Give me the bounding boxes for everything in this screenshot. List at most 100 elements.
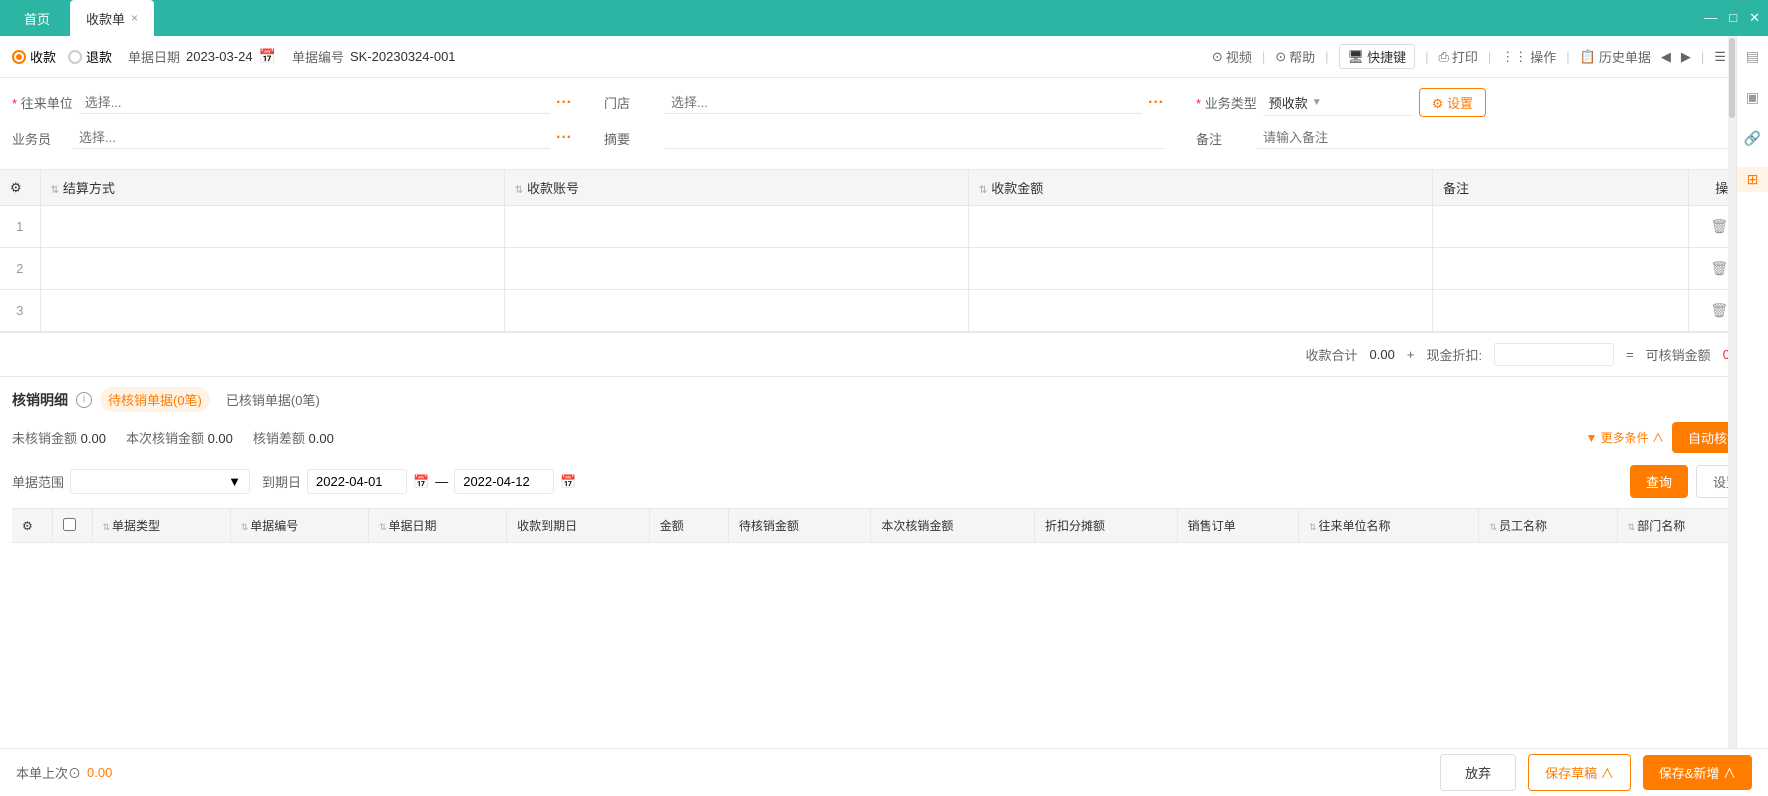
toolbar: 收款 退款 单据日期 2023-03-24 📅 单据编号 SK-20230324… xyxy=(0,36,1768,78)
th-amount[interactable]: 收款金额 xyxy=(968,170,1432,206)
bottom-th-no[interactable]: 单据编号 xyxy=(230,509,368,543)
row-account-2[interactable] xyxy=(504,248,968,290)
nav-prev-btn[interactable]: ◀ xyxy=(1661,49,1671,65)
settings-button[interactable]: ⚙ 设置 xyxy=(1419,88,1486,117)
sidebar-grid-icon[interactable]: ▣ xyxy=(1737,85,1768,110)
cal-from-icon[interactable]: 📅 xyxy=(413,474,429,490)
store-field: 门店 ··· xyxy=(604,92,1164,114)
unclaimed-value: 0.00 xyxy=(81,431,106,446)
calendar-icon[interactable]: 📅 xyxy=(259,48,276,65)
th-account[interactable]: 收款账号 xyxy=(504,170,968,206)
done-tab[interactable]: 已核销单据(0笔) xyxy=(218,387,328,412)
bill-date-value: 2023-03-24 xyxy=(186,49,253,64)
this-order-label: 本单上次⊙ xyxy=(16,763,81,782)
row-settlement-3[interactable] xyxy=(40,290,504,332)
salesperson-input[interactable] xyxy=(73,127,550,149)
row-delete-3[interactable]: 🗑 xyxy=(1710,302,1728,319)
row-amount-3[interactable] xyxy=(968,290,1432,332)
row-delete-2[interactable]: 🗑 xyxy=(1710,260,1728,277)
scrollbar[interactable] xyxy=(1728,36,1736,748)
query-btn[interactable]: 查询 xyxy=(1630,465,1688,498)
counterparty-more-icon[interactable]: ··· xyxy=(556,94,572,112)
tab-home[interactable]: 首页 xyxy=(8,0,66,36)
chevron-down-icon: ▼ xyxy=(1312,97,1322,108)
select-all-checkbox[interactable] xyxy=(63,518,76,531)
list-view-icon[interactable]: ☰ xyxy=(1714,49,1726,65)
discount-input[interactable] xyxy=(1494,343,1614,366)
row-settlement-1[interactable] xyxy=(40,206,504,248)
biz-type-field: * 业务类型 预收款 ▼ ⚙ 设置 xyxy=(1196,88,1756,117)
plus-sign: + xyxy=(1407,347,1415,362)
date-from-input[interactable] xyxy=(307,469,407,494)
cal-to-icon[interactable]: 📅 xyxy=(560,474,576,490)
bottom-th-date[interactable]: 单据日期 xyxy=(368,509,506,543)
date-to-input[interactable] xyxy=(454,469,554,494)
nav-next-btn[interactable]: ▶ xyxy=(1681,49,1691,65)
help-btn[interactable]: ⊙ 帮助 xyxy=(1275,47,1315,66)
shortcut-btn[interactable]: 🖥 快捷键 xyxy=(1339,44,1416,69)
maximize-icon[interactable]: □ xyxy=(1729,10,1737,26)
range-select[interactable]: ▼ xyxy=(70,469,250,494)
save-draft-btn[interactable]: 保存草稿 ∧ xyxy=(1528,754,1631,791)
row-amount-2[interactable] xyxy=(968,248,1432,290)
tab-close-icon[interactable]: × xyxy=(131,11,138,25)
info-icon[interactable]: i xyxy=(76,392,92,408)
minimize-icon[interactable]: — xyxy=(1704,10,1717,26)
bottom-th-employee[interactable]: 员工名称 xyxy=(1479,509,1617,543)
salesperson-label: 业务员 xyxy=(12,129,67,148)
table-row: 1 🗑 ⧉ xyxy=(0,206,1768,248)
tab-receipt-label: 收款单 xyxy=(86,9,125,28)
print-btn[interactable]: ⎙ 打印 xyxy=(1438,47,1477,66)
table-gear-th[interactable]: ⚙ xyxy=(0,170,40,206)
row-remark-3[interactable] xyxy=(1432,290,1688,332)
th-settlement[interactable]: 结算方式 xyxy=(40,170,504,206)
sidebar-link-icon[interactable]: 🔗 xyxy=(1737,126,1768,151)
bottom-gear-th[interactable]: ⚙ xyxy=(12,509,52,543)
save-new-btn[interactable]: 保存&新增 ∧ xyxy=(1643,755,1752,790)
section-title: 核销明细 i 待核销单据(0笔) 已核销单据(0笔) xyxy=(12,387,1756,412)
row-amount-1[interactable] xyxy=(968,206,1432,248)
available-label: 可核销金额 xyxy=(1646,345,1711,364)
biz-type-value: 预收款 xyxy=(1269,93,1308,112)
diff-value: 0.00 xyxy=(309,431,334,446)
row-delete-1[interactable]: 🗑 xyxy=(1710,218,1728,235)
equals-sign: = xyxy=(1626,347,1634,362)
biz-type-label: * 业务类型 xyxy=(1196,93,1257,112)
radio-receipt[interactable]: 收款 xyxy=(12,47,56,66)
ops-btn[interactable]: ⋮⋮ 操作 xyxy=(1501,47,1556,66)
store-label: 门店 xyxy=(604,93,659,112)
tab-receipt[interactable]: 收款单 × xyxy=(70,0,154,36)
biz-type-select[interactable]: 预收款 ▼ xyxy=(1263,90,1413,116)
sidebar-expand-icon[interactable]: ⊞ xyxy=(1737,167,1768,192)
counterparty-field: * 往来单位 ··· xyxy=(12,92,572,114)
summary-input[interactable] xyxy=(665,127,1164,149)
bill-no-field: 单据编号 SK-20230324-001 xyxy=(292,47,456,66)
summary-field: 摘要 xyxy=(604,127,1164,149)
abandon-btn[interactable]: 放弃 xyxy=(1440,754,1516,791)
row-account-1[interactable] xyxy=(504,206,968,248)
row-remark-2[interactable] xyxy=(1432,248,1688,290)
row-settlement-2[interactable] xyxy=(40,248,504,290)
bottom-th-counterparty[interactable]: 往来单位名称 xyxy=(1299,509,1479,543)
table-row: 2 🗑 ⧉ xyxy=(0,248,1768,290)
radio-refund[interactable]: 退款 xyxy=(68,47,112,66)
close-icon[interactable]: ✕ xyxy=(1749,10,1760,26)
video-btn[interactable]: ⊙ 视频 xyxy=(1212,47,1252,66)
remark-input[interactable] xyxy=(1257,127,1756,149)
row-account-3[interactable] xyxy=(504,290,968,332)
counterparty-input[interactable] xyxy=(79,92,550,114)
store-input[interactable] xyxy=(665,92,1142,114)
more-filters-btn[interactable]: ▼ 更多条件 ∧ xyxy=(1585,429,1664,446)
salesperson-more-icon[interactable]: ··· xyxy=(556,129,572,147)
filter-row: 单据范围 ▼ 到期日 📅 — 📅 查询 设置 xyxy=(12,465,1756,498)
store-more-icon[interactable]: ··· xyxy=(1148,94,1164,112)
row-remark-1[interactable] xyxy=(1432,206,1688,248)
sidebar-table-icon[interactable]: ▤ xyxy=(1737,44,1768,69)
writeoff-title: 核销明细 xyxy=(12,390,68,410)
window-controls: — □ ✕ xyxy=(1704,10,1760,26)
bottom-th-type[interactable]: 单据类型 xyxy=(92,509,230,543)
pending-tab[interactable]: 待核销单据(0笔) xyxy=(100,387,210,412)
radio-receipt-circle xyxy=(12,50,26,64)
bill-date-field: 单据日期 2023-03-24 📅 xyxy=(128,47,276,66)
history-btn[interactable]: 📋 历史单据 xyxy=(1580,47,1651,66)
